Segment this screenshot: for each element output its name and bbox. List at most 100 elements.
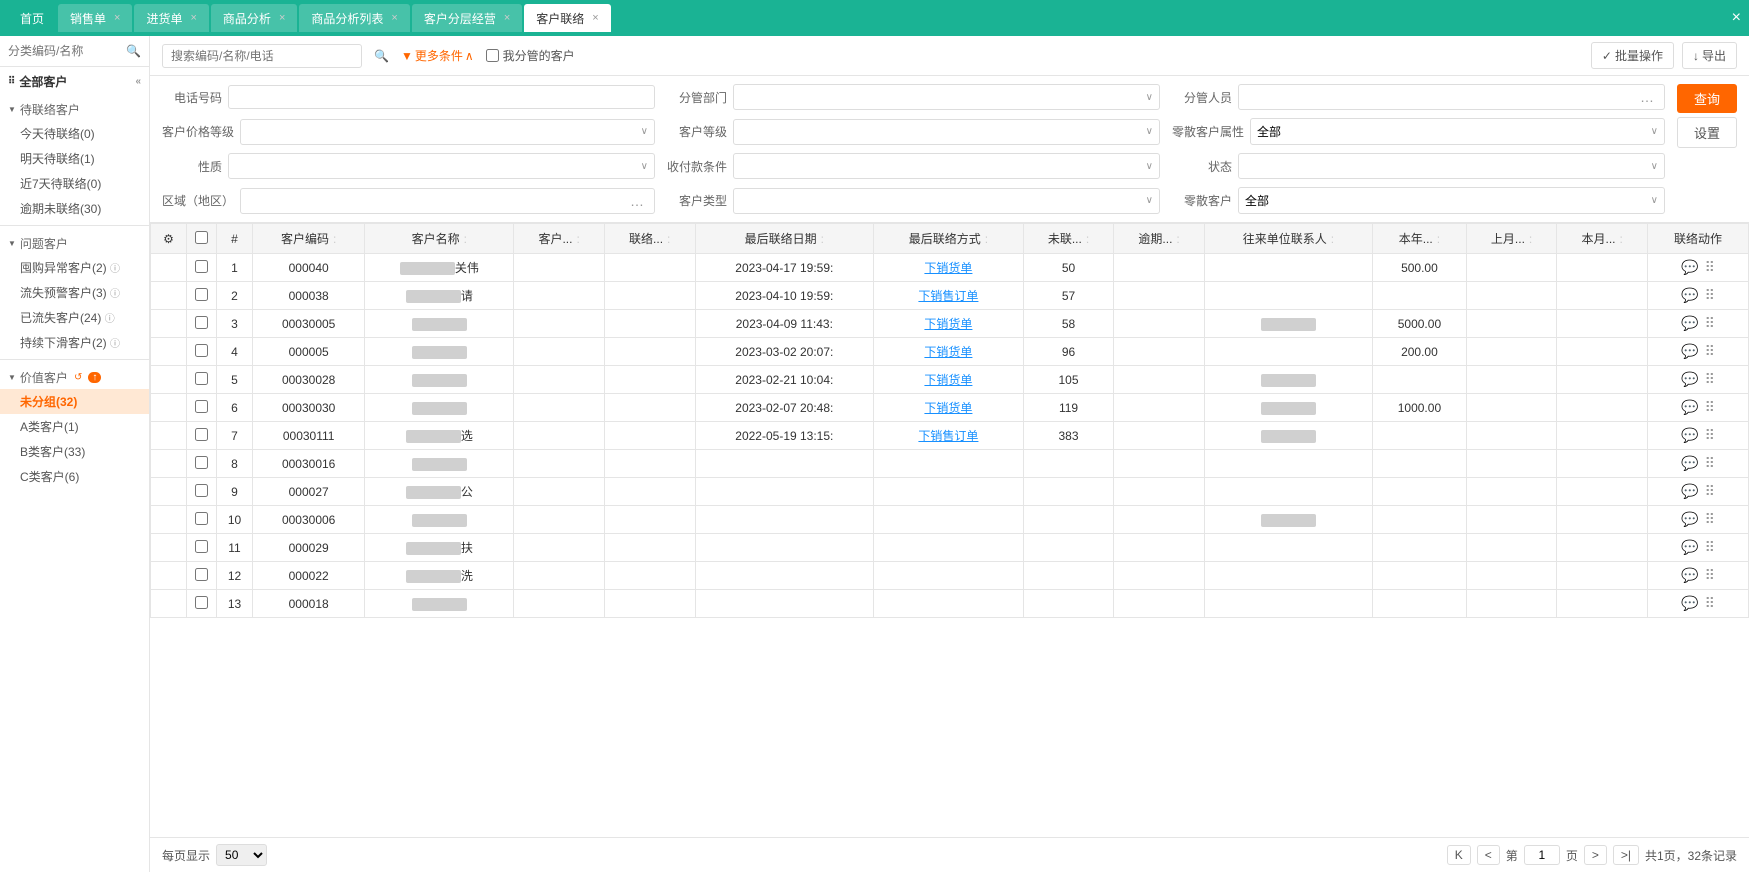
grid-action-icon[interactable]: ⠿ [1705,483,1715,500]
td-checkbox[interactable] [187,394,217,422]
grid-action-icon[interactable]: ⠿ [1705,343,1715,360]
tab-product-analysis-list[interactable]: 商品分析列表 × [299,4,409,32]
price-level-select[interactable]: ∨ [240,119,655,145]
first-page-btn[interactable]: K [1447,845,1471,865]
chat-icon[interactable]: 💬 [1681,259,1698,276]
nature-select[interactable]: ∨ [228,153,655,179]
td-checkbox[interactable] [187,562,217,590]
sidebar-item-today[interactable]: 今天待联络(0) [0,121,149,146]
grid-action-icon[interactable]: ⠿ [1705,595,1715,612]
td-checkbox[interactable] [187,366,217,394]
row-checkbox[interactable] [195,428,208,441]
row-checkbox[interactable] [195,512,208,525]
chat-icon[interactable]: 💬 [1681,315,1698,332]
region-dots[interactable]: … [626,193,648,209]
td-checkbox[interactable] [187,422,217,450]
close-customer-contact-tab[interactable]: × [592,12,598,24]
th-settings[interactable]: ⚙ [151,224,187,254]
row-checkbox[interactable] [195,288,208,301]
sidebar-item-lost[interactable]: 已流失客户(24) ⓘ [0,305,149,330]
tab-home[interactable]: 首页 [8,4,56,32]
row-checkbox[interactable] [195,484,208,497]
close-product-analysis-list-tab[interactable]: × [391,12,397,24]
last-method-link[interactable]: 下销货单 [924,401,972,415]
last-method-link[interactable]: 下销售订单 [918,289,978,303]
phone-input[interactable] [228,85,655,109]
more-conditions-btn[interactable]: ▼ 更多条件 ∧ [401,47,474,64]
sidebar-item-c-class[interactable]: C类客户(6) [0,464,149,489]
sidebar-search-icon[interactable]: 🔍 [126,44,141,58]
customer-type-select[interactable]: ∨ [733,188,1160,214]
last-method-link[interactable]: 下销货单 [924,345,972,359]
tab-customer-contact[interactable]: 客户联络 × [524,4,610,32]
row-checkbox[interactable] [195,344,208,357]
grid-action-icon[interactable]: ⠿ [1705,567,1715,584]
grid-action-icon[interactable]: ⠿ [1705,511,1715,528]
row-checkbox[interactable] [195,596,208,609]
td-checkbox[interactable] [187,282,217,310]
td-checkbox[interactable] [187,338,217,366]
search-icon[interactable]: 🔍 [374,49,389,63]
chat-icon[interactable]: 💬 [1681,567,1698,584]
dept-select[interactable]: ∨ [733,84,1160,110]
select-all-checkbox[interactable] [195,231,208,244]
sidebar-item-7days[interactable]: 近7天待联络(0) [0,171,149,196]
retail-attr-select[interactable]: 全部 ∨ [1250,118,1665,145]
reset-btn[interactable]: 设置 [1677,117,1737,148]
last-method-link[interactable]: 下销售订单 [918,429,978,443]
chat-icon[interactable]: 💬 [1681,287,1698,304]
row-checkbox[interactable] [195,260,208,273]
chat-icon[interactable]: 💬 [1681,539,1698,556]
grid-action-icon[interactable]: ⠿ [1705,371,1715,388]
sidebar-item-tomorrow[interactable]: 明天待联络(1) [0,146,149,171]
sidebar-item-b-class[interactable]: B类客户(33) [0,439,149,464]
chat-icon[interactable]: 💬 [1681,483,1698,500]
sidebar-all-customers[interactable]: ⠿ 全部客户 « [0,67,149,96]
last-method-link[interactable]: 下销货单 [924,373,972,387]
person-dots[interactable]: … [1636,89,1658,105]
close-purchase-tab[interactable]: × [190,12,196,24]
td-checkbox[interactable] [187,534,217,562]
sidebar-search-input[interactable] [8,44,122,58]
status-select[interactable]: ∨ [1238,153,1665,179]
grid-action-icon[interactable]: ⠿ [1705,287,1715,304]
chat-icon[interactable]: 💬 [1681,511,1698,528]
th-checkbox[interactable] [187,224,217,254]
td-checkbox[interactable] [187,506,217,534]
td-checkbox[interactable] [187,254,217,282]
sidebar-item-a-class[interactable]: A类客户(1) [0,414,149,439]
next-page-btn[interactable]: > [1584,845,1607,865]
row-checkbox[interactable] [195,316,208,329]
row-checkbox[interactable] [195,568,208,581]
close-all-btn[interactable]: × [1732,9,1741,27]
chat-icon[interactable]: 💬 [1681,399,1698,416]
my-customers-checkbox[interactable] [486,49,499,62]
chat-icon[interactable]: 💬 [1681,427,1698,444]
sidebar-item-overdue[interactable]: 逾期未联络(30) [0,196,149,221]
chat-icon[interactable]: 💬 [1681,371,1698,388]
grid-action-icon[interactable]: ⠿ [1705,539,1715,556]
sidebar-item-warning[interactable]: 流失预警客户(3) ⓘ [0,280,149,305]
last-method-link[interactable]: 下销货单 [924,261,972,275]
td-checkbox[interactable] [187,310,217,338]
payment-select[interactable]: ∨ [733,153,1160,179]
search-input[interactable] [162,44,362,68]
export-btn[interactable]: ↓ 导出 [1682,42,1737,69]
chat-icon[interactable]: 💬 [1681,595,1698,612]
tab-customer-segment[interactable]: 客户分层经营 × [412,4,522,32]
grid-action-icon[interactable]: ⠿ [1705,315,1715,332]
sidebar-item-abnormal[interactable]: 囤购异常客户(2) ⓘ [0,255,149,280]
tab-purchase[interactable]: 进货单 × [134,4,208,32]
row-checkbox[interactable] [195,540,208,553]
prev-page-btn[interactable]: < [1477,845,1500,865]
tab-product-analysis[interactable]: 商品分析 × [211,4,297,32]
per-page-select[interactable]: 50 20 100 [216,844,267,866]
close-customer-segment-tab[interactable]: × [504,12,510,24]
sidebar-item-ungroup[interactable]: 未分组(32) [0,389,149,414]
query-btn[interactable]: 查询 [1677,84,1737,113]
last-page-btn[interactable]: >| [1613,845,1639,865]
batch-operation-btn[interactable]: ✓ 批量操作 [1591,42,1674,69]
td-checkbox[interactable] [187,478,217,506]
refresh-icon[interactable]: ↺ [74,372,82,383]
retail-customer-select[interactable]: 全部 ∨ [1238,187,1665,214]
